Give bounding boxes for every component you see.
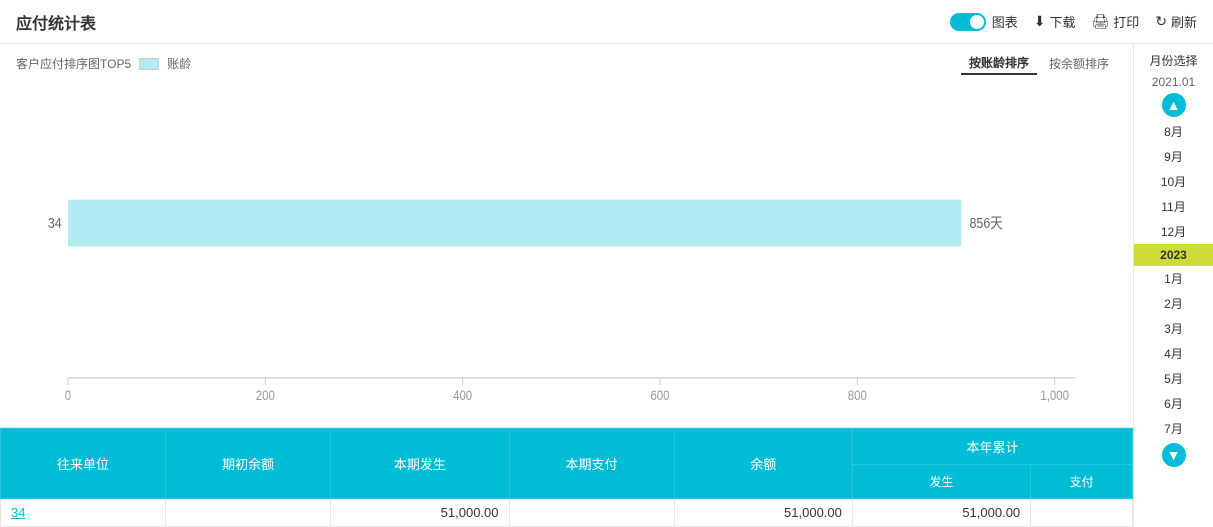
y-label: 34 xyxy=(48,215,62,231)
sidebar-month-item[interactable]: 9月 xyxy=(1134,144,1213,169)
col-ytd-pay: 支付 xyxy=(1031,465,1133,499)
table-section: 往来单位 期初余额 本期发生 本期支付 余额 本年累计 发生 支付 xyxy=(0,427,1133,527)
sidebar-months-before: 8月9月10月11月12月 xyxy=(1134,119,1213,244)
chart-toggle-label: 图表 xyxy=(992,12,1018,31)
cell-opening xyxy=(166,499,331,527)
sidebar-month-item[interactable]: 11月 xyxy=(1134,194,1213,219)
header-actions: 图表 ⬇ 下载 🖨 打印 ↻ 刷新 xyxy=(950,12,1197,31)
col-opening: 期初余额 xyxy=(166,429,331,499)
cell-ytd-occur: 51,000.00 xyxy=(852,499,1030,527)
sidebar-month-item[interactable]: 4月 xyxy=(1134,341,1213,366)
refresh-label: 刷新 xyxy=(1171,12,1197,31)
download-label: 下载 xyxy=(1049,12,1075,31)
cell-unit: 34 xyxy=(1,499,166,527)
svg-text:200: 200 xyxy=(256,388,275,403)
col-current: 本期发生 xyxy=(331,429,509,499)
chart-bar xyxy=(68,200,961,247)
download-button[interactable]: ⬇ 下载 xyxy=(1034,12,1076,31)
sidebar-year-value: 2021.01 xyxy=(1148,73,1199,91)
sidebar-title: 月份选择 xyxy=(1149,48,1197,73)
page-title: 应付统计表 xyxy=(16,10,96,34)
chart-toggle-wrap[interactable]: 图表 xyxy=(950,12,1018,31)
sidebar-month-item[interactable]: 1月 xyxy=(1134,266,1213,291)
download-icon: ⬇ xyxy=(1034,13,1046,30)
sidebar-month-item[interactable]: 10月 xyxy=(1134,169,1213,194)
sidebar-up-button[interactable]: ▲ xyxy=(1162,93,1186,117)
sidebar-down-button[interactable]: ▼ xyxy=(1162,443,1186,467)
chart-legend: 客户应付排序图TOP5 账龄 xyxy=(16,55,191,72)
sidebar-months-after: 1月2月3月4月5月6月7月 xyxy=(1134,266,1213,441)
svg-text:800: 800 xyxy=(848,388,867,403)
legend-color-box xyxy=(139,58,159,70)
legend-color-label: 账龄 xyxy=(167,55,191,72)
sidebar-month-item[interactable]: 12月 xyxy=(1134,219,1213,244)
chart-toggle[interactable] xyxy=(950,13,986,31)
col-balance: 余额 xyxy=(674,429,852,499)
right-sidebar: 月份选择 2021.01 ▲ 8月9月10月11月12月 2023 1月2月3月… xyxy=(1133,44,1213,527)
chart-area: 34 856天 0 200 400 600 800 1,000 xyxy=(0,83,1133,427)
chart-section: 客户应付排序图TOP5 账龄 按账龄排序 按余额排序 34 xyxy=(0,44,1133,527)
unit-link[interactable]: 34 xyxy=(11,505,25,520)
main-area: 客户应付排序图TOP5 账龄 按账龄排序 按余额排序 34 xyxy=(0,44,1213,527)
data-table: 往来单位 期初余额 本期发生 本期支付 余额 本年累计 发生 支付 xyxy=(0,428,1133,527)
svg-text:1,000: 1,000 xyxy=(1040,388,1069,403)
cell-payment xyxy=(509,499,674,527)
cell-current: 51,000.00 xyxy=(331,499,509,527)
cell-balance: 51,000.00 xyxy=(674,499,852,527)
bar-chart: 34 856天 0 200 400 600 800 1,000 xyxy=(16,83,1117,427)
refresh-icon: ↻ xyxy=(1155,13,1167,30)
sidebar-year-marker[interactable]: 2023 xyxy=(1134,244,1213,266)
chart-header: 客户应付排序图TOP5 账龄 按账龄排序 按余额排序 xyxy=(0,44,1133,83)
sidebar-month-item[interactable]: 5月 xyxy=(1134,366,1213,391)
col-unit: 往来单位 xyxy=(1,429,166,499)
print-label: 打印 xyxy=(1113,12,1139,31)
app-header: 应付统计表 图表 ⬇ 下载 🖨 打印 ↻ 刷新 xyxy=(0,0,1213,44)
col-ytd: 本年累计 xyxy=(852,429,1132,465)
sidebar-month-item[interactable]: 7月 xyxy=(1134,416,1213,441)
print-icon: 🖨 xyxy=(1091,13,1109,30)
sidebar-month-item[interactable]: 3月 xyxy=(1134,316,1213,341)
sidebar-month-item[interactable]: 6月 xyxy=(1134,391,1213,416)
bar-end-label: 856天 xyxy=(970,215,1004,231)
sort-by-age-button[interactable]: 按账龄排序 xyxy=(961,52,1037,75)
col-ytd-occur: 发生 xyxy=(852,465,1030,499)
svg-text:0: 0 xyxy=(65,388,71,403)
table-row: 34 51,000.00 51,000.00 51,000.00 xyxy=(1,499,1133,527)
svg-text:600: 600 xyxy=(650,388,669,403)
refresh-button[interactable]: ↻ 刷新 xyxy=(1155,12,1197,31)
sidebar-month-item[interactable]: 2月 xyxy=(1134,291,1213,316)
col-payment: 本期支付 xyxy=(509,429,674,499)
sort-by-balance-button[interactable]: 按余额排序 xyxy=(1041,52,1117,75)
cell-ytd-pay xyxy=(1031,499,1133,527)
sidebar-month-item[interactable]: 8月 xyxy=(1134,119,1213,144)
print-button[interactable]: 🖨 打印 xyxy=(1091,12,1139,31)
chart-sort-buttons: 按账龄排序 按余额排序 xyxy=(961,52,1117,75)
legend-title: 客户应付排序图TOP5 xyxy=(16,55,131,72)
svg-text:400: 400 xyxy=(453,388,472,403)
